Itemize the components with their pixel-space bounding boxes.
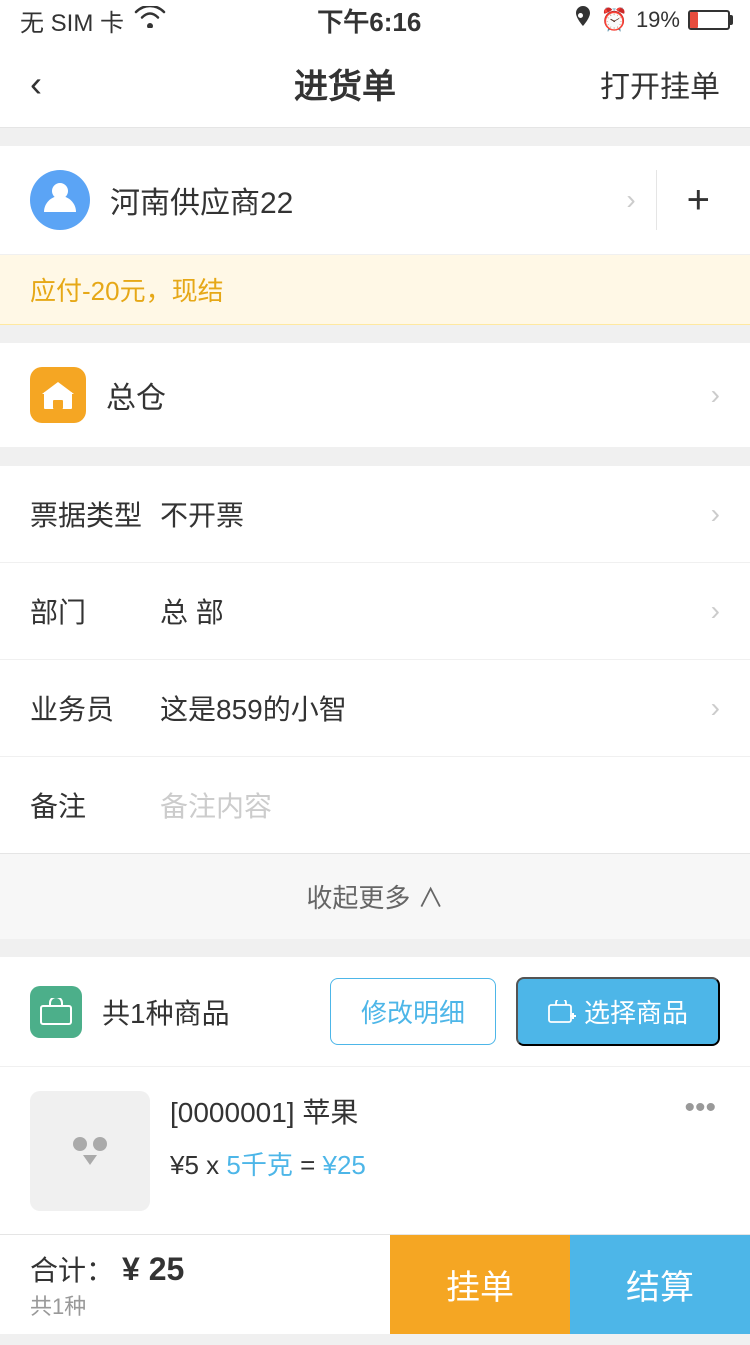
status-left: 无 SIM 卡: [20, 3, 166, 38]
warning-text: 应付-20元，现结: [30, 276, 224, 306]
user-icon: [42, 178, 78, 222]
battery-label: 19%: [636, 7, 680, 33]
checkout-button[interactable]: 结算: [570, 1235, 750, 1334]
total-label: 合计：: [30, 1249, 114, 1289]
supplier-row[interactable]: 河南供应商22 › +: [0, 146, 750, 255]
remark-input[interactable]: 备注内容: [160, 785, 720, 825]
invoice-label: 票据类型: [30, 494, 160, 534]
supplier-divider: [656, 170, 657, 230]
warehouse-icon: [30, 367, 86, 423]
collapse-bar[interactable]: 收起更多 ∧: [0, 853, 750, 939]
dept-chevron-icon: ›: [711, 595, 720, 627]
total-section: 合计： ¥ 25 共1种: [0, 1235, 390, 1334]
warehouse-section: 总仓 ›: [0, 343, 750, 447]
collapse-label: 收起更多 ∧: [306, 883, 443, 913]
open-hang-button[interactable]: 打开挂单: [600, 62, 720, 106]
supplier-name: 河南供应商22: [110, 178, 626, 222]
battery-icon: [688, 10, 730, 30]
product-qty: 5千克: [226, 1150, 292, 1180]
warehouse-name: 总仓: [106, 373, 711, 417]
alarm-icon: ⏰: [601, 7, 628, 33]
dept-label: 部门: [30, 591, 160, 631]
page-title: 进货单: [294, 59, 396, 108]
supplier-section: 河南供应商22 › + 应付-20元，现结: [0, 146, 750, 325]
section-gap-1: [0, 128, 750, 146]
dept-row[interactable]: 部门 总 部 ›: [0, 562, 750, 659]
add-supplier-button[interactable]: +: [677, 178, 720, 223]
edit-detail-button[interactable]: 修改明细: [330, 978, 496, 1045]
location-icon: [573, 6, 593, 34]
supplier-avatar: [30, 170, 90, 230]
warehouse-chevron-icon: ›: [711, 379, 720, 411]
select-product-button[interactable]: 选择商品: [516, 977, 720, 1046]
product-header: 共1种商品 修改明细 选择商品: [0, 957, 750, 1066]
total-amount: ¥ 25: [122, 1251, 184, 1288]
product-more-button[interactable]: •••: [680, 1091, 720, 1125]
wifi-icon: [134, 6, 166, 35]
product-count-label: 共1种商品: [102, 992, 310, 1032]
sales-chevron-icon: ›: [711, 692, 720, 724]
remark-row[interactable]: 备注 备注内容: [0, 756, 750, 853]
section-gap-3: [0, 447, 750, 465]
status-bar: 无 SIM 卡 下午6:16 ⏰ 19%: [0, 0, 750, 40]
sales-label: 业务员: [30, 688, 160, 728]
form-section: 票据类型 不开票 › 部门 总 部 › 业务员 这是859的小智 › 备注 备注…: [0, 465, 750, 853]
invoice-chevron-icon: ›: [711, 498, 720, 530]
sales-value: 这是859的小智: [160, 688, 711, 728]
dept-value: 总 部: [160, 591, 711, 631]
supplier-chevron-icon: ›: [626, 184, 635, 216]
nav-bar: ‹ 进货单 打开挂单: [0, 40, 750, 128]
product-total: ¥25: [323, 1150, 366, 1180]
invoice-value: 不开票: [160, 494, 711, 534]
section-gap-2: [0, 325, 750, 343]
select-product-label: 选择商品: [584, 993, 688, 1030]
invoice-row[interactable]: 票据类型 不开票 ›: [0, 465, 750, 562]
section-gap-4: [0, 939, 750, 957]
product-name: [0000001] 苹果: [170, 1091, 660, 1131]
warning-bar: 应付-20元，现结: [0, 255, 750, 325]
product-id: [0000001]: [170, 1097, 302, 1128]
total-count: 共1种: [30, 1289, 360, 1321]
owl-icon: [73, 1137, 107, 1165]
warehouse-row[interactable]: 总仓 ›: [0, 343, 750, 447]
carrier-label: 无 SIM 卡: [20, 3, 124, 38]
product-info: [0000001] 苹果 ¥5 x 5千克 = ¥25: [170, 1091, 660, 1182]
remark-label: 备注: [30, 785, 160, 825]
status-right: ⏰ 19%: [573, 6, 730, 34]
time-label: 下午6:16: [317, 2, 421, 39]
product-item: [0000001] 苹果 ¥5 x 5千克 = ¥25 •••: [0, 1066, 750, 1235]
product-icon: [30, 986, 82, 1038]
sales-row[interactable]: 业务员 这是859的小智 ›: [0, 659, 750, 756]
hang-button[interactable]: 挂单: [390, 1235, 570, 1334]
product-price-row: ¥5 x 5千克 = ¥25: [170, 1145, 660, 1182]
back-button[interactable]: ‹: [30, 63, 90, 105]
bottom-bar: 合计： ¥ 25 共1种 挂单 结算: [0, 1234, 750, 1334]
product-thumbnail: [30, 1091, 150, 1211]
